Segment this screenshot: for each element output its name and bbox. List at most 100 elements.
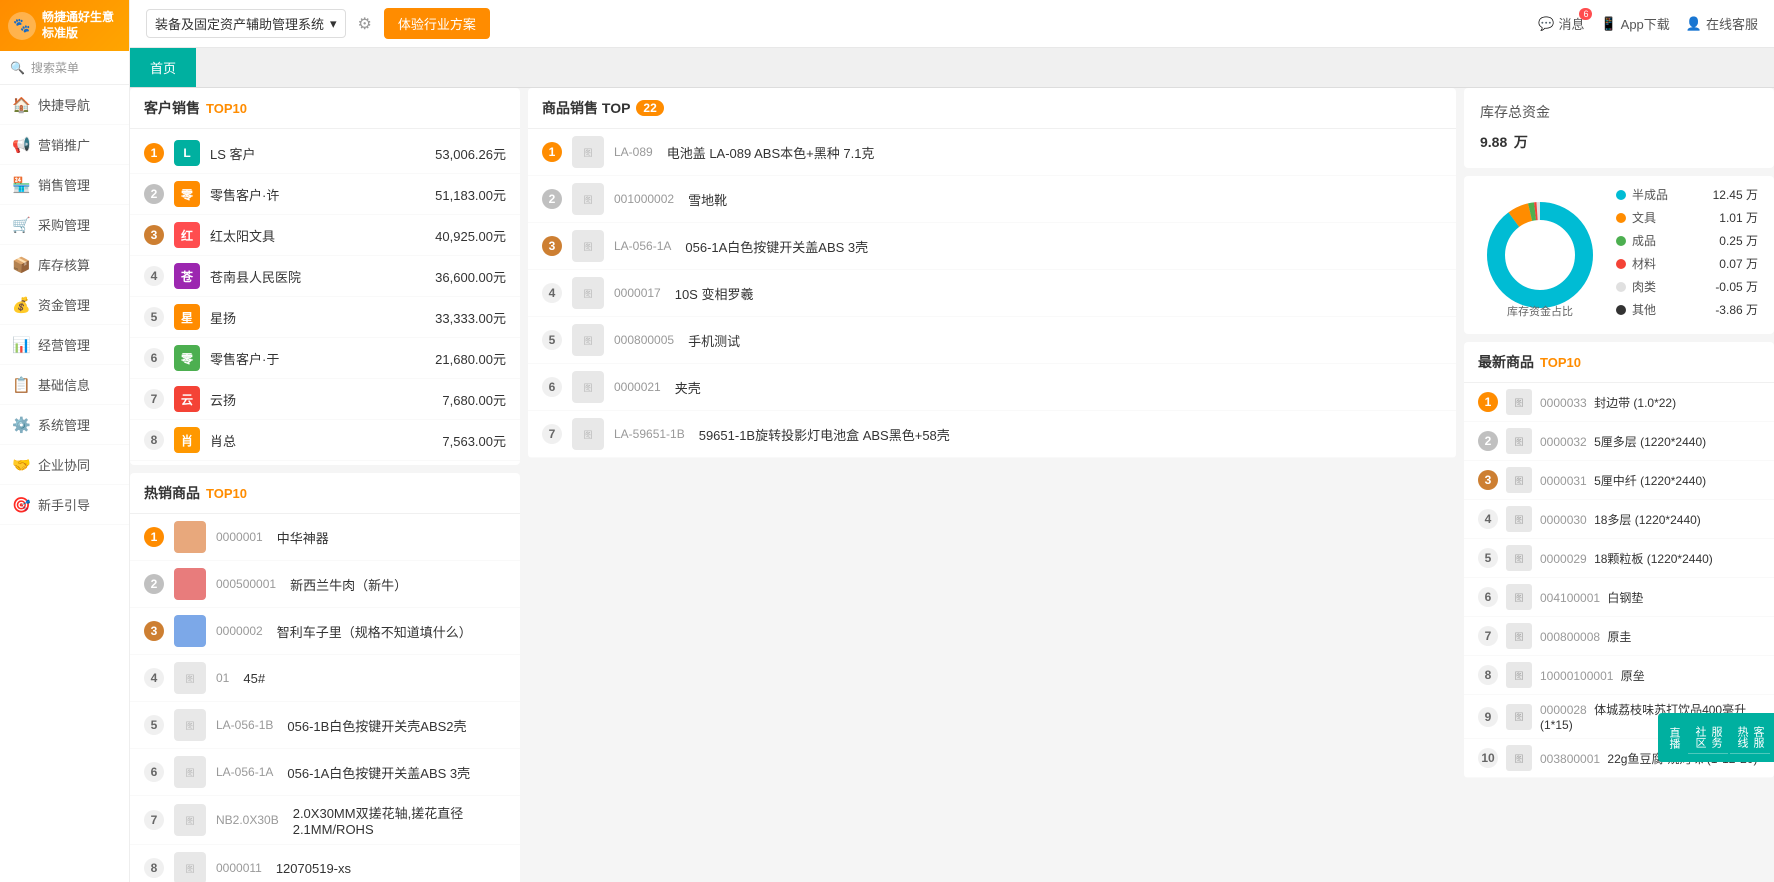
nav-icon-quick-nav: 🏠 xyxy=(12,96,30,114)
rank-name: 零售客户·于 xyxy=(210,349,425,368)
product-code: LA-056-1A xyxy=(216,765,273,779)
nav-icon-operation: 📊 xyxy=(12,336,30,354)
product-thumbnail: 图 xyxy=(174,709,206,741)
new-product-info: 004100001 白钢垫 xyxy=(1540,589,1760,606)
message-badge: 6 xyxy=(1579,8,1592,20)
rank-number: 10 xyxy=(1478,748,1498,768)
legend-value: 12.45 万 xyxy=(1713,186,1758,203)
new-product-code: 0000032 xyxy=(1540,435,1587,449)
nav-icon-system: ⚙️ xyxy=(12,416,30,434)
sidebar-item-operation[interactable]: 📊 经营管理 xyxy=(0,325,129,365)
nav-label-operation: 经营管理 xyxy=(38,335,90,354)
new-product-item: 6 图 004100001 白钢垫 xyxy=(1464,578,1774,617)
app-download-button[interactable]: 📱 App下载 xyxy=(1600,14,1669,33)
new-product-code: 0000028 xyxy=(1540,703,1587,717)
new-product-code: 0000029 xyxy=(1540,552,1587,566)
new-product-thumbnail: 图 xyxy=(1506,662,1532,688)
sidebar-item-system[interactable]: ⚙️系统管理 xyxy=(0,405,129,445)
legend-value: 0.07 万 xyxy=(1719,255,1758,272)
hot-products-card: 热销商品 TOP10 1 0000001 中华神器 2 000500001 新西… xyxy=(130,473,520,882)
sidebar-item-finance[interactable]: 💰资金管理 xyxy=(0,285,129,325)
rank-number: 6 xyxy=(542,377,562,397)
rank-number: 8 xyxy=(1478,665,1498,685)
product-name: 雪地靴 xyxy=(688,190,727,209)
product-name: 夹壳 xyxy=(675,378,701,397)
chevron-down-icon: ▾ xyxy=(330,16,337,32)
nav-icon-finance: 💰 xyxy=(12,296,30,314)
rank-number: 1 xyxy=(1478,392,1498,412)
sidebar-item-inventory[interactable]: 📦库存核算 xyxy=(0,245,129,285)
online-service-button[interactable]: 👤 在线客服 xyxy=(1686,14,1758,33)
settings-icon[interactable]: ⚙ xyxy=(358,14,372,34)
product-name: 新西兰牛肉（新牛） xyxy=(290,575,407,594)
new-product-item: 5 图 0000029 18颗粒板 (1220*2440) xyxy=(1464,539,1774,578)
rank-item: 7 云 云扬 7,680.00元 xyxy=(130,379,520,420)
legend-name: 成品 xyxy=(1632,232,1713,249)
legend-name: 材料 xyxy=(1632,255,1713,272)
sidebar-item-quick-nav[interactable]: 🏠 快捷导航 xyxy=(0,85,129,125)
rank-item: 2 零 零售客户·许 51,183.00元 xyxy=(130,174,520,215)
product-thumbnail: 图 xyxy=(174,804,206,836)
inventory-amount: 9.88 万 xyxy=(1480,126,1758,154)
sidebar-item-guide[interactable]: 🎯新手引导 xyxy=(0,485,129,525)
tab-home[interactable]: 首页 xyxy=(130,48,196,87)
product-rank-item: 3 图 LA-056-1A 056-1A白色按键开关盖ABS 3壳 xyxy=(528,223,1456,270)
product-name: 45# xyxy=(243,671,265,686)
rank-number: 3 xyxy=(144,225,164,245)
rank-item: 4 苍 苍南县人民医院 36,600.00元 xyxy=(130,256,520,297)
sidebar-item-enterprise[interactable]: 🤝企业协同 xyxy=(0,445,129,485)
legend-dot xyxy=(1616,282,1626,292)
chart-container: 库存资金占比 半成品 12.45 万 文具 1.01 万 成品 0.25 万 材… xyxy=(1464,176,1774,334)
nav-label-sales: 销售管理 xyxy=(38,175,90,194)
message-icon: 💬 xyxy=(1538,16,1554,32)
messages-button[interactable]: 💬 消息 6 xyxy=(1538,14,1584,33)
app-download-label: App下载 xyxy=(1621,14,1670,33)
sidebar-item-marketing[interactable]: 📢营销推广 xyxy=(0,125,129,165)
rank-avatar: 零 xyxy=(174,181,200,207)
search-menu-label: 搜索菜单 xyxy=(31,59,79,76)
legend-value: 0.25 万 xyxy=(1719,232,1758,249)
hot-product-item: 1 0000001 中华神器 xyxy=(130,514,520,561)
float-service[interactable]: 客服热线 服务社区 直播 xyxy=(1658,713,1774,762)
product-thumbnail: 图 xyxy=(572,230,604,262)
rank-number: 4 xyxy=(542,283,562,303)
trial-button[interactable]: 体验行业方案 xyxy=(384,8,490,39)
sidebar-item-sales[interactable]: 🏪销售管理 xyxy=(0,165,129,205)
legend-item: 成品 0.25 万 xyxy=(1616,232,1758,249)
rank-number: 6 xyxy=(1478,587,1498,607)
float-live[interactable]: 直播 xyxy=(1662,721,1686,754)
inventory-chart-card: 库存资金占比 半成品 12.45 万 文具 1.01 万 成品 0.25 万 材… xyxy=(1464,176,1774,334)
sidebar-item-basic-info[interactable]: 📋基础信息 xyxy=(0,365,129,405)
float-customer-service[interactable]: 客服热线 xyxy=(1730,721,1770,754)
hot-product-item: 3 0000002 智利车子里（规格不知道填什么） xyxy=(130,608,520,655)
phone-icon: 📱 xyxy=(1600,16,1616,32)
sidebar-item-purchase[interactable]: 🛒采购管理 xyxy=(0,205,129,245)
nav-label-inventory: 库存核算 xyxy=(38,255,90,274)
legend-item: 其他 -3.86 万 xyxy=(1616,301,1758,318)
system-selector[interactable]: 装备及固定资产辅助管理系统 ▾ xyxy=(146,9,346,38)
new-product-item: 4 图 0000030 18多层 (1220*2440) xyxy=(1464,500,1774,539)
new-product-name: 白钢垫 xyxy=(1607,591,1643,605)
legend-name: 文具 xyxy=(1632,209,1713,226)
new-product-item: 2 图 0000032 5厘多层 (1220*2440) xyxy=(1464,422,1774,461)
rank-number: 5 xyxy=(144,307,164,327)
product-code: 0000002 xyxy=(216,624,263,638)
float-service-community[interactable]: 服务社区 xyxy=(1688,721,1728,754)
new-product-thumbnail: 图 xyxy=(1506,745,1532,771)
middle-panel: 商品销售 TOP 22 1 图 LA-089 电池盖 LA-089 ABS本色+… xyxy=(520,88,1464,882)
nav-label-enterprise: 企业协同 xyxy=(38,455,90,474)
rank-number: 5 xyxy=(144,715,164,735)
nav-label-quick-nav: 快捷导航 xyxy=(38,95,90,114)
rank-avatar: L xyxy=(174,140,200,166)
product-name: 056-1A白色按键开关盖ABS 3壳 xyxy=(287,763,470,782)
product-code: 000800005 xyxy=(614,333,674,347)
chart-legend: 半成品 12.45 万 文具 1.01 万 成品 0.25 万 材料 0.07 … xyxy=(1616,186,1758,324)
product-rank-item: 7 图 LA-59651-1B 59651-1B旋转投影灯电池盒 ABS黑色+5… xyxy=(528,411,1456,458)
rank-number: 3 xyxy=(1478,470,1498,490)
search-menu[interactable]: 🔍 搜索菜单 xyxy=(0,51,129,85)
product-name: 智利车子里（规格不知道填什么） xyxy=(277,622,472,641)
new-product-name: 原垒 xyxy=(1621,669,1645,683)
product-name: 12070519-xs xyxy=(276,861,351,876)
new-products-header: 最新商品 TOP10 xyxy=(1464,342,1774,383)
page-tabs: 首页 xyxy=(130,48,1774,88)
